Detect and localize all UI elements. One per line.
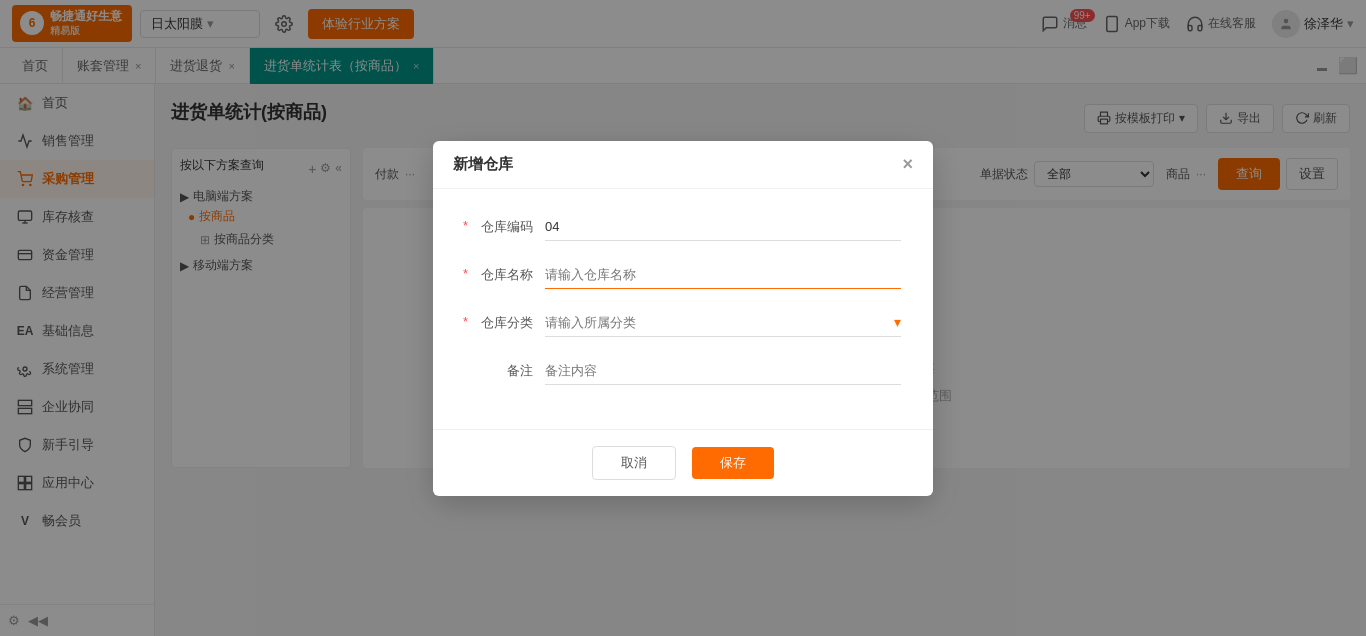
warehouse-category-row: 仓库分类 ▾ (465, 309, 901, 337)
category-dropdown-icon: ▾ (894, 314, 901, 330)
modal-close-button[interactable]: × (902, 155, 913, 173)
warehouse-code-label: 仓库编码 (465, 218, 545, 236)
add-warehouse-modal: 新增仓库 × 仓库编码 仓库名称 仓库分类 ▾ (433, 141, 933, 496)
notes-input[interactable] (545, 357, 901, 385)
save-button[interactable]: 保存 (692, 447, 774, 479)
modal-body: 仓库编码 仓库名称 仓库分类 ▾ 备注 (433, 189, 933, 429)
warehouse-name-input[interactable] (545, 261, 901, 289)
warehouse-code-row: 仓库编码 (465, 213, 901, 241)
notes-row: 备注 (465, 357, 901, 385)
warehouse-category-input[interactable] (545, 309, 894, 336)
notes-label: 备注 (465, 362, 545, 380)
cancel-button[interactable]: 取消 (592, 446, 676, 480)
modal-header: 新增仓库 × (433, 141, 933, 189)
warehouse-category-select[interactable]: ▾ (545, 309, 901, 337)
warehouse-code-input[interactable] (545, 213, 901, 241)
modal-title: 新增仓库 (453, 155, 513, 174)
modal-overlay: 新增仓库 × 仓库编码 仓库名称 仓库分类 ▾ (0, 0, 1366, 636)
modal-footer: 取消 保存 (433, 429, 933, 496)
warehouse-category-label: 仓库分类 (465, 314, 545, 332)
warehouse-name-row: 仓库名称 (465, 261, 901, 289)
warehouse-name-label: 仓库名称 (465, 266, 545, 284)
